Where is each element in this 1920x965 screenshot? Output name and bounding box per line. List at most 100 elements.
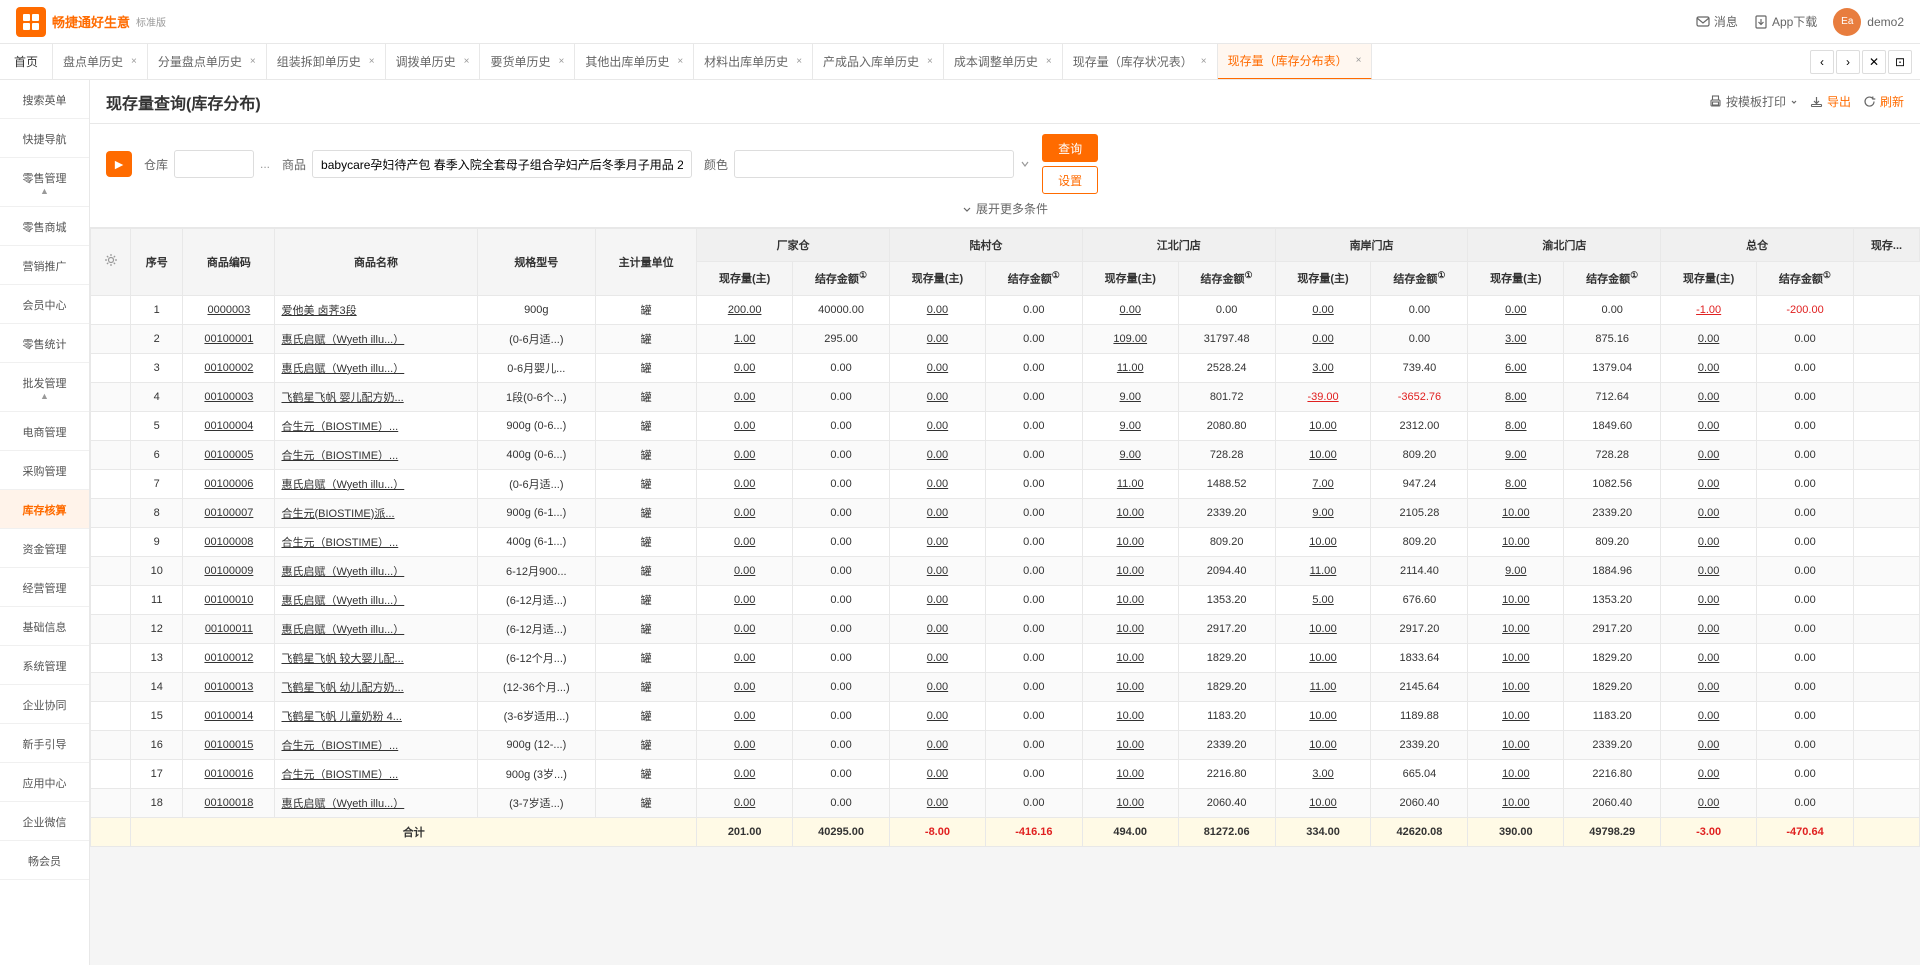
td-qty[interactable]: 0.00 xyxy=(697,498,793,527)
nav-expand-btn[interactable]: ⊡ xyxy=(1888,50,1912,74)
td-qty[interactable]: 0.00 xyxy=(890,411,986,440)
td-qty[interactable]: 10.00 xyxy=(1275,788,1371,817)
td-name[interactable]: 合生元（BIOSTIME）... xyxy=(275,759,477,788)
warehouse-input[interactable] xyxy=(174,150,254,178)
td-qty[interactable]: 0.00 xyxy=(697,759,793,788)
td-qty[interactable]: 10.00 xyxy=(1082,527,1178,556)
td-qty[interactable]: 11.00 xyxy=(1082,469,1178,498)
th-settings[interactable] xyxy=(91,229,131,296)
td-qty[interactable]: 0.00 xyxy=(1661,324,1757,353)
message-btn[interactable]: 消息 xyxy=(1696,13,1738,30)
td-qty[interactable]: 3.00 xyxy=(1275,353,1371,382)
td-qty[interactable]: 0.00 xyxy=(697,643,793,672)
td-name[interactable]: 飞鹤星飞帆 幼儿配方奶... xyxy=(275,672,477,701)
td-code[interactable]: 0000003 xyxy=(183,295,275,324)
td-name[interactable]: 惠氏启赋（Wyeth illu...） xyxy=(275,788,477,817)
td-qty[interactable]: 0.00 xyxy=(890,585,986,614)
td-qty[interactable]: 10.00 xyxy=(1275,440,1371,469)
sidebar-item[interactable]: 企业协同 xyxy=(0,685,89,724)
close-tab-icon[interactable]: × xyxy=(677,56,683,67)
close-tab-icon[interactable]: × xyxy=(250,56,256,67)
td-qty[interactable]: 10.00 xyxy=(1275,411,1371,440)
td-qty[interactable]: 11.00 xyxy=(1275,672,1371,701)
td-qty[interactable]: 11.00 xyxy=(1275,556,1371,585)
td-code[interactable]: 00100012 xyxy=(183,643,275,672)
td-qty[interactable]: -39.00 xyxy=(1275,382,1371,411)
td-qty[interactable]: 10.00 xyxy=(1468,643,1564,672)
td-qty[interactable]: 10.00 xyxy=(1082,498,1178,527)
nav-prev-btn[interactable]: ‹ xyxy=(1810,50,1834,74)
nav-tab[interactable]: 首页 xyxy=(0,44,53,80)
td-qty[interactable]: 0.00 xyxy=(890,382,986,411)
td-qty[interactable]: 0.00 xyxy=(1661,411,1757,440)
td-qty[interactable]: 10.00 xyxy=(1275,527,1371,556)
td-qty[interactable]: 109.00 xyxy=(1082,324,1178,353)
td-name[interactable]: 合生元（BIOSTIME）... xyxy=(275,411,477,440)
td-code[interactable]: 00100007 xyxy=(183,498,275,527)
sidebar-item[interactable]: 资金管理 xyxy=(0,529,89,568)
sidebar-item[interactable]: 采购管理 xyxy=(0,451,89,490)
td-qty[interactable]: 9.00 xyxy=(1275,498,1371,527)
td-qty[interactable]: 0.00 xyxy=(1661,614,1757,643)
td-qty[interactable]: 0.00 xyxy=(1468,295,1564,324)
td-name[interactable]: 飞鹤星飞帆 儿童奶粉 4... xyxy=(275,701,477,730)
td-qty[interactable]: 0.00 xyxy=(890,788,986,817)
td-qty[interactable]: 0.00 xyxy=(890,643,986,672)
td-qty[interactable]: 0.00 xyxy=(697,788,793,817)
td-qty[interactable]: 0.00 xyxy=(1661,701,1757,730)
nav-tab[interactable]: 成本调整单历史× xyxy=(944,44,1063,80)
td-qty[interactable]: 0.00 xyxy=(1661,469,1757,498)
td-qty[interactable]: 10.00 xyxy=(1468,498,1564,527)
td-qty[interactable]: 0.00 xyxy=(697,440,793,469)
sidebar-item[interactable]: 快捷导航 xyxy=(0,119,89,158)
td-qty[interactable]: 0.00 xyxy=(697,701,793,730)
close-tab-icon[interactable]: × xyxy=(131,56,137,67)
td-qty[interactable]: 0.00 xyxy=(1661,382,1757,411)
td-code[interactable]: 00100006 xyxy=(183,469,275,498)
td-qty[interactable]: 9.00 xyxy=(1082,440,1178,469)
td-code[interactable]: 00100004 xyxy=(183,411,275,440)
td-qty[interactable]: 5.00 xyxy=(1275,585,1371,614)
sidebar-item[interactable]: 库存核算 xyxy=(0,490,89,529)
td-qty[interactable]: 0.00 xyxy=(890,353,986,382)
td-code[interactable]: 00100010 xyxy=(183,585,275,614)
export-btn[interactable]: 导出 xyxy=(1810,93,1851,110)
td-qty[interactable]: 0.00 xyxy=(890,498,986,527)
sidebar-item[interactable]: 电商管理 xyxy=(0,412,89,451)
td-qty[interactable]: -1.00 xyxy=(1661,295,1757,324)
close-tab-icon[interactable]: × xyxy=(369,56,375,67)
td-qty[interactable]: 10.00 xyxy=(1468,701,1564,730)
td-qty[interactable]: 9.00 xyxy=(1468,556,1564,585)
td-code[interactable]: 00100005 xyxy=(183,440,275,469)
td-name[interactable]: 惠氏启赋（Wyeth illu...） xyxy=(275,353,477,382)
td-qty[interactable]: 10.00 xyxy=(1275,614,1371,643)
td-qty[interactable]: 0.00 xyxy=(1661,730,1757,759)
td-name[interactable]: 合生元（BIOSTIME）... xyxy=(275,440,477,469)
td-qty[interactable]: 0.00 xyxy=(890,614,986,643)
td-qty[interactable]: 0.00 xyxy=(697,672,793,701)
td-name[interactable]: 惠氏启赋（Wyeth illu...） xyxy=(275,585,477,614)
sidebar-item[interactable]: 零售商城 xyxy=(0,207,89,246)
td-qty[interactable]: 0.00 xyxy=(890,672,986,701)
td-code[interactable]: 00100003 xyxy=(183,382,275,411)
td-qty[interactable]: 10.00 xyxy=(1082,556,1178,585)
td-qty[interactable]: 1.00 xyxy=(697,324,793,353)
sidebar-item[interactable]: 新手引导 xyxy=(0,724,89,763)
td-qty[interactable]: 8.00 xyxy=(1468,469,1564,498)
td-code[interactable]: 00100002 xyxy=(183,353,275,382)
td-qty[interactable]: 0.00 xyxy=(890,701,986,730)
td-qty[interactable]: 0.00 xyxy=(890,759,986,788)
sidebar-item[interactable]: 会员中心 xyxy=(0,285,89,324)
td-qty[interactable]: 0.00 xyxy=(1661,672,1757,701)
td-qty[interactable]: 9.00 xyxy=(1468,440,1564,469)
td-name[interactable]: 飞鹤星飞帆 婴儿配方奶... xyxy=(275,382,477,411)
td-qty[interactable]: 10.00 xyxy=(1082,614,1178,643)
td-qty[interactable]: 0.00 xyxy=(697,382,793,411)
td-qty[interactable]: 10.00 xyxy=(1275,730,1371,759)
close-tab-icon[interactable]: × xyxy=(796,56,802,67)
close-tab-icon[interactable]: × xyxy=(558,56,564,67)
sidebar-item[interactable]: 经营管理 xyxy=(0,568,89,607)
td-qty[interactable]: 10.00 xyxy=(1082,730,1178,759)
td-qty[interactable]: 10.00 xyxy=(1468,759,1564,788)
sidebar-item[interactable]: 营销推广 xyxy=(0,246,89,285)
